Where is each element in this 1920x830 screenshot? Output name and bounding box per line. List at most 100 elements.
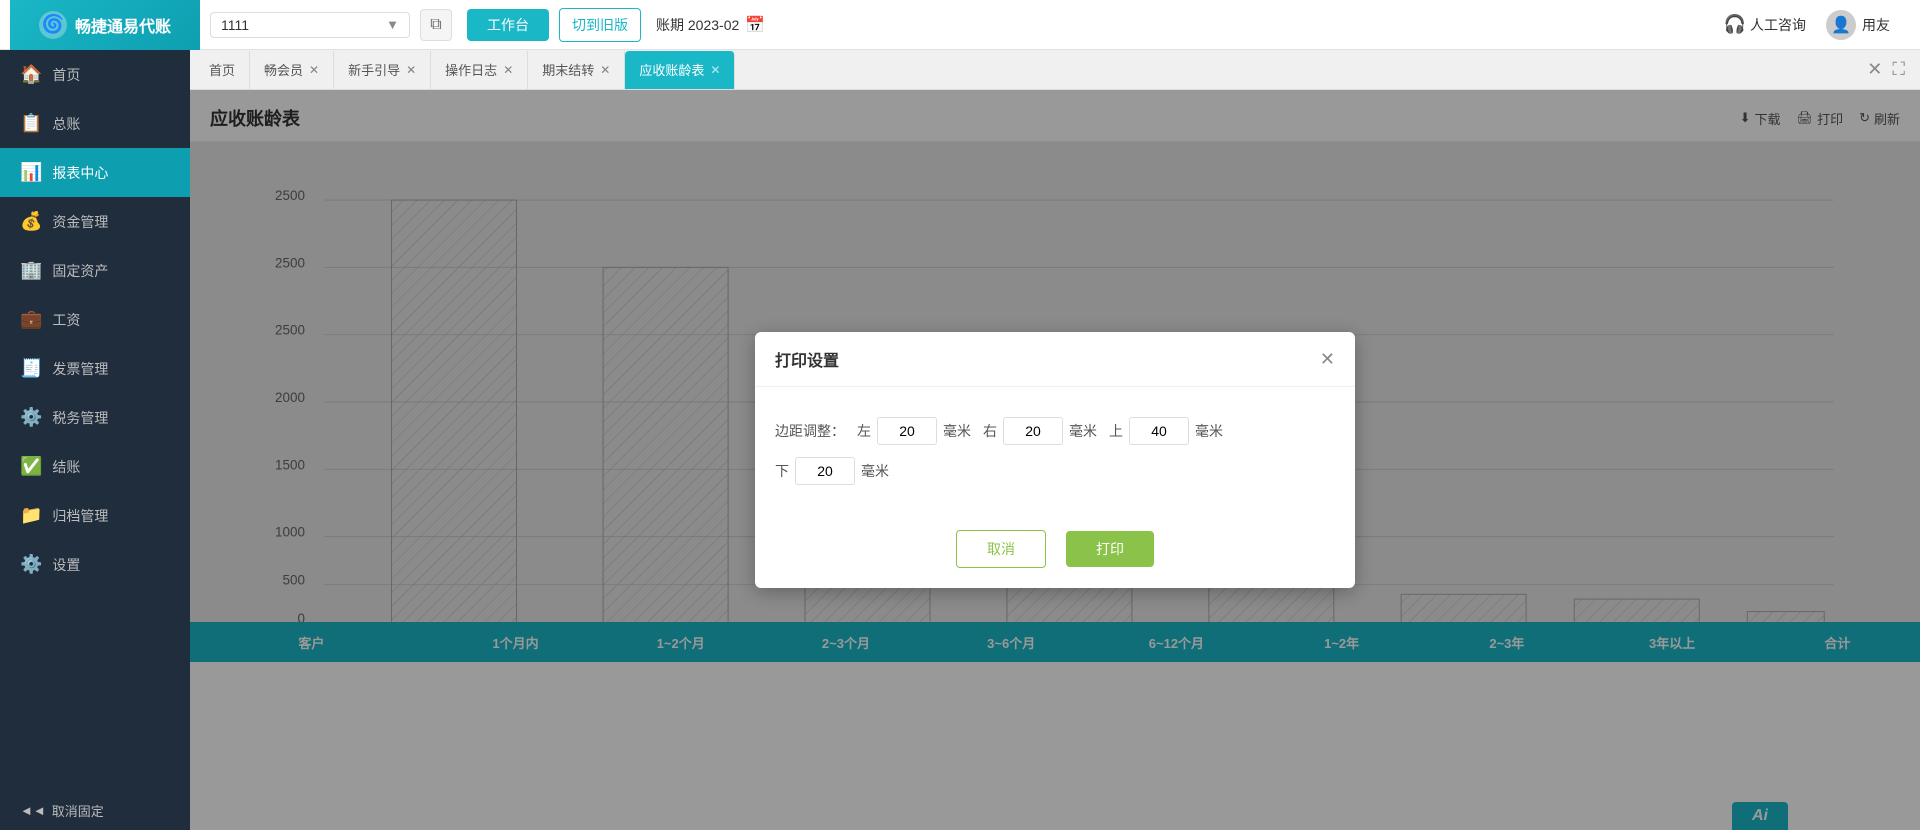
sidebar-label-assets: 固定资产 <box>52 261 108 281</box>
logo-icon: 🌀 <box>39 11 67 39</box>
right-margin-group: 右 毫米 <box>983 417 1097 445</box>
sidebar-item-invoice[interactable]: 🧾 发票管理 <box>0 344 190 393</box>
archive-icon: 📁 <box>20 505 42 526</box>
top-prefix: 上 <box>1109 421 1123 441</box>
header-right: 🎧 人工咨询 👤 用友 <box>1724 10 1910 40</box>
page-content: 应收账龄表 ⬇ 下载 🖨 打印 ↻ 刷新 <box>190 90 1920 830</box>
tab-guide-close[interactable]: ✕ <box>406 63 416 77</box>
sidebar-label-ledger: 总账 <box>52 114 80 134</box>
tab-member-close[interactable]: ✕ <box>309 63 319 77</box>
sidebar-bottom-action[interactable]: ◄◄ 取消固定 <box>0 791 190 830</box>
sidebar-item-closing[interactable]: ✅ 结账 <box>0 442 190 491</box>
cancel-button[interactable]: 取消 <box>956 530 1046 568</box>
funds-icon: 💰 <box>20 211 42 232</box>
tab-ar-aging-label: 应收账龄表 <box>639 60 704 79</box>
sidebar-item-payroll[interactable]: 💼 工资 <box>0 295 190 344</box>
content-area: 首页 畅会员 ✕ 新手引导 ✕ 操作日志 ✕ 期末结转 ✕ 应收账龄表 ✕ <box>190 50 1920 830</box>
modal-body: 边距调整： 左 毫米 右 毫米 <box>755 387 1355 515</box>
user-label: 用友 <box>1862 15 1890 35</box>
sidebar-label-archive: 归档管理 <box>52 506 108 526</box>
calendar-icon[interactable]: 📅 <box>745 15 765 35</box>
sidebar-label-closing: 结账 <box>52 457 80 477</box>
sidebar-item-archive[interactable]: 📁 归档管理 <box>0 491 190 540</box>
tab-home[interactable]: 首页 <box>195 51 250 89</box>
app-name: 畅捷通易代账 <box>75 13 171 37</box>
period-info: 账期 2023-02 📅 <box>656 15 765 35</box>
payroll-icon: 💼 <box>20 309 42 330</box>
headset-icon: 🎧 <box>1724 14 1746 35</box>
margin-row: 边距调整： 左 毫米 右 毫米 <box>775 417 1335 485</box>
consultation-button[interactable]: 🎧 人工咨询 <box>1724 14 1806 35</box>
sidebar-item-home[interactable]: 🏠 首页 <box>0 50 190 99</box>
modal-footer: 取消 打印 <box>755 515 1355 588</box>
expand-icon[interactable]: ⛶ <box>1892 59 1905 80</box>
reports-icon: 📊 <box>20 162 42 183</box>
company-selector[interactable]: 1111 ▼ <box>210 12 410 38</box>
top-margin-group: 上 毫米 <box>1109 417 1223 445</box>
sidebar-item-tax[interactable]: ⚙️ 税务管理 <box>0 393 190 442</box>
sidebar-label-settings: 设置 <box>52 555 80 575</box>
period-prefix: 账期 <box>656 15 684 35</box>
invoice-icon: 🧾 <box>20 358 42 379</box>
copy-button[interactable]: ⧉ <box>420 9 452 41</box>
sidebar-item-reports[interactable]: 📊 报表中心 <box>0 148 190 197</box>
main-layout: 🏠 首页 📋 总账 📊 报表中心 💰 资金管理 🏢 固定资产 💼 工资 <box>0 50 1920 830</box>
workbench-button[interactable]: 工作台 <box>467 9 549 41</box>
tax-icon: ⚙️ <box>20 407 42 428</box>
tab-closing-close[interactable]: ✕ <box>600 63 610 77</box>
closing-icon: ✅ <box>20 456 42 477</box>
right-margin-input[interactable] <box>1003 417 1063 445</box>
left-margin-group: 左 毫米 <box>857 417 971 445</box>
top-unit: 毫米 <box>1195 421 1223 441</box>
modal-print-button[interactable]: 打印 <box>1066 531 1154 567</box>
sidebar-label-invoice: 发票管理 <box>52 359 108 379</box>
sidebar-bottom-label: 取消固定 <box>52 801 104 820</box>
right-unit: 毫米 <box>1069 421 1097 441</box>
header-company: 1111 ▼ ⧉ 工作台 切到旧版 账期 2023-02 📅 <box>200 8 1724 42</box>
company-name: 1111 <box>221 17 378 33</box>
left-prefix: 左 <box>857 421 871 441</box>
bottom-margin-input[interactable] <box>795 457 855 485</box>
margin-label: 边距调整： <box>775 421 845 441</box>
bottom-unit: 毫米 <box>861 461 889 481</box>
tab-log-label: 操作日志 <box>445 60 497 79</box>
tab-member[interactable]: 畅会员 ✕ <box>250 51 334 89</box>
left-margin-input[interactable] <box>877 417 937 445</box>
tab-log[interactable]: 操作日志 ✕ <box>431 51 528 89</box>
top-margin-input[interactable] <box>1129 417 1189 445</box>
tab-log-close[interactable]: ✕ <box>503 63 513 77</box>
consultation-label: 人工咨询 <box>1750 15 1806 35</box>
tab-guide[interactable]: 新手引导 ✕ <box>334 51 431 89</box>
sidebar-label-tax: 税务管理 <box>52 408 108 428</box>
tab-ar-aging[interactable]: 应收账龄表 ✕ <box>625 51 735 89</box>
tab-member-label: 畅会员 <box>264 60 303 79</box>
ledger-icon: 📋 <box>20 113 42 134</box>
modal-header: 打印设置 ✕ <box>755 332 1355 387</box>
right-prefix: 右 <box>983 421 997 441</box>
dropdown-arrow-icon: ▼ <box>386 17 399 32</box>
tab-closing-label: 期末结转 <box>542 60 594 79</box>
sidebar-label-payroll: 工资 <box>52 310 80 330</box>
tab-bar: 首页 畅会员 ✕ 新手引导 ✕ 操作日志 ✕ 期末结转 ✕ 应收账龄表 ✕ <box>190 50 1920 90</box>
bottom-margin-group: 下 毫米 <box>775 457 889 485</box>
left-unit: 毫米 <box>943 421 971 441</box>
sidebar-label-reports: 报表中心 <box>52 163 108 183</box>
sidebar-label-funds: 资金管理 <box>52 212 108 232</box>
modal-close-button[interactable]: ✕ <box>1320 349 1335 370</box>
settings-icon: ⚙️ <box>20 554 42 575</box>
close-all-icon[interactable]: ✕ <box>1867 59 1882 80</box>
tab-ar-aging-close[interactable]: ✕ <box>710 63 720 77</box>
switch-button[interactable]: 切到旧版 <box>559 8 641 42</box>
home-icon: 🏠 <box>20 64 42 85</box>
sidebar-item-settings[interactable]: ⚙️ 设置 <box>0 540 190 589</box>
sidebar-item-assets[interactable]: 🏢 固定资产 <box>0 246 190 295</box>
sidebar-item-ledger[interactable]: 📋 总账 <box>0 99 190 148</box>
period-value: 2023-02 <box>688 17 739 33</box>
user-info[interactable]: 👤 用友 <box>1826 10 1890 40</box>
modal-overlay: 打印设置 ✕ 边距调整： 左 毫米 <box>190 90 1920 830</box>
tab-bar-right: ✕ ⛶ <box>1867 59 1915 80</box>
tab-closing[interactable]: 期末结转 ✕ <box>528 51 625 89</box>
sidebar-item-funds[interactable]: 💰 资金管理 <box>0 197 190 246</box>
top-header: 🌀 畅捷通易代账 1111 ▼ ⧉ 工作台 切到旧版 账期 2023-02 📅 … <box>0 0 1920 50</box>
sidebar: 🏠 首页 📋 总账 📊 报表中心 💰 资金管理 🏢 固定资产 💼 工资 <box>0 50 190 830</box>
